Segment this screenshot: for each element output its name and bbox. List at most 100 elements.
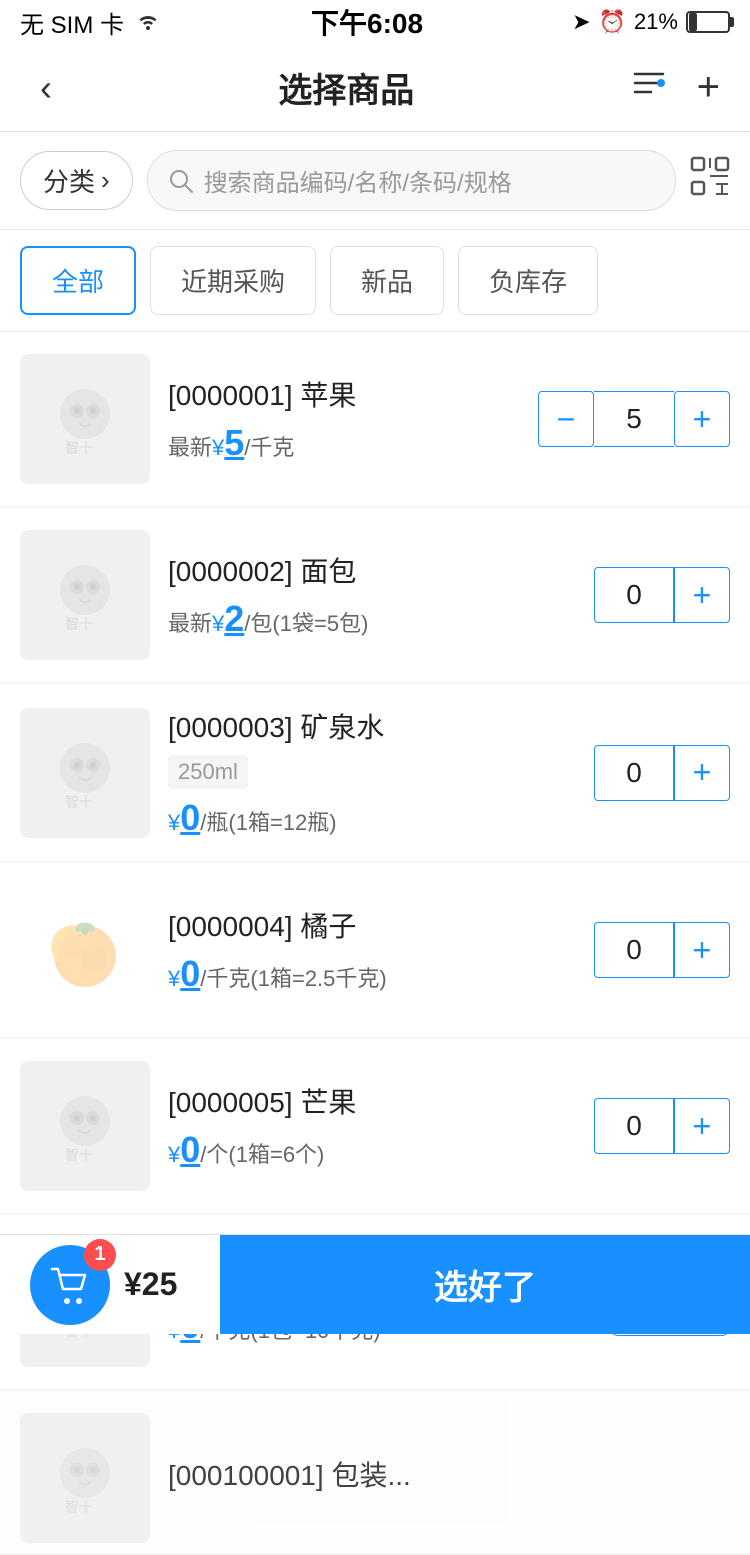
status-time: 下午6:08 (311, 2, 423, 42)
price-label: 最新 (168, 606, 212, 638)
qty-plus-button[interactable]: + (674, 745, 730, 801)
tabs: 全部 近期采购 新品 负库存 (0, 230, 750, 332)
svg-text:智十: 智十 (65, 794, 93, 810)
product-name: [000100001] 包装... (168, 1454, 730, 1494)
status-left: 无 SIM 卡 (20, 5, 162, 40)
filter-bar: 分类 › 搜索商品编码/名称/条码/规格 (0, 132, 750, 230)
status-bar: 无 SIM 卡 下午6:08 ➤ ⏰ 21% (0, 0, 750, 44)
location-icon: ➤ (572, 9, 590, 35)
product-image-6: 智十 (20, 1413, 150, 1543)
product-info: [0000002] 面包 最新 ¥ 2 /包 (1袋=5包) (168, 550, 576, 640)
price-value: 2 (224, 598, 244, 640)
qty-control: 0 + (594, 1098, 730, 1154)
placeholder-owl-icon: 智十 (45, 1086, 125, 1166)
price-currency: ¥ (212, 611, 224, 637)
qty-plus-button[interactable]: + (674, 391, 730, 447)
product-list: 智十 [0000001] 苹果 最新 ¥ 5 /千克 − + (0, 332, 750, 1553)
category-label: 分类 (43, 162, 95, 199)
price-value: 5 (224, 422, 244, 464)
tab-all[interactable]: 全部 (20, 246, 136, 315)
confirm-button[interactable]: 选好了 (220, 1235, 750, 1334)
carrier-label: 无 SIM 卡 (20, 5, 124, 40)
qty-minus-button[interactable]: − (538, 391, 594, 447)
product-price: ¥ 0 /千克 (1箱=2.5千克) (168, 953, 576, 995)
cart-button[interactable]: 1 (30, 1245, 110, 1325)
table-row: [0000004] 橘子 ¥ 0 /千克 (1箱=2.5千克) 0 + (0, 863, 750, 1037)
price-currency: ¥ (168, 1142, 180, 1168)
qty-control: 0 + (594, 567, 730, 623)
cart-icon (48, 1265, 92, 1305)
qty-control: − + (538, 391, 730, 447)
product-name: [0000002] 面包 (168, 550, 576, 590)
search-icon (168, 168, 194, 194)
product-info: [0000004] 橘子 ¥ 0 /千克 (1箱=2.5千克) (168, 905, 576, 995)
svg-text:智十: 智十 (65, 1147, 93, 1163)
search-placeholder: 搜索商品编码/名称/条码/规格 (204, 163, 512, 198)
price-unit: /瓶 (200, 805, 228, 837)
cart-section: 1 ¥25 (0, 1245, 220, 1325)
price-label: 最新 (168, 430, 212, 462)
orange-fruit-image (45, 910, 125, 990)
table-row: 智十 [000100001] 包装... (0, 1391, 750, 1553)
product-price: ¥ 0 /个 (1箱=6个) (168, 1129, 576, 1171)
tab-negative[interactable]: 负库存 (458, 246, 598, 315)
search-box[interactable]: 搜索商品编码/名称/条码/规格 (147, 150, 676, 211)
price-note: (1箱=6个) (228, 1137, 324, 1169)
product-image-2: 智十 (20, 708, 150, 838)
add-button[interactable]: + (697, 65, 720, 110)
qty-input[interactable] (594, 391, 674, 447)
placeholder-owl-icon: 智十 (45, 379, 125, 459)
price-currency: ¥ (212, 435, 224, 461)
svg-text:智十: 智十 (65, 440, 93, 456)
placeholder-owl-icon: 智十 (45, 555, 125, 635)
chevron-right-icon: › (101, 165, 110, 196)
category-button[interactable]: 分类 › (20, 151, 133, 210)
status-right: ➤ ⏰ 21% (572, 9, 730, 35)
wifi-icon (134, 8, 162, 37)
price-unit: /千克 (200, 961, 250, 993)
qty-display: 0 (594, 922, 674, 978)
back-button[interactable]: ‹ (30, 57, 62, 119)
table-row: 智十 [0000003] 矿泉水 250ml ¥ 0 /瓶 (1箱=12瓶) 0… (0, 684, 750, 861)
tab-recent[interactable]: 近期采购 (150, 246, 316, 315)
battery-percent: 21% (634, 9, 678, 35)
bottom-bar: 1 ¥25 选好了 (0, 1234, 750, 1334)
qty-plus-button[interactable]: + (674, 567, 730, 623)
product-image-0: 智十 (20, 354, 150, 484)
product-name: [0000003] 矿泉水 (168, 706, 576, 746)
table-row: 智十 [0000005] 芒果 ¥ 0 /个 (1箱=6个) 0 + (0, 1039, 750, 1213)
qty-control: 0 + (594, 922, 730, 978)
price-note: (1箱=12瓶) (228, 805, 336, 837)
qty-display: 0 (594, 567, 674, 623)
product-price: 最新 ¥ 2 /包 (1袋=5包) (168, 598, 576, 640)
qty-display: 0 (594, 1098, 674, 1154)
product-info: [0000001] 苹果 最新 ¥ 5 /千克 (168, 374, 520, 464)
table-row: 智十 [0000001] 苹果 最新 ¥ 5 /千克 − + (0, 332, 750, 506)
product-info: [000100001] 包装... (168, 1454, 730, 1502)
qty-plus-button[interactable]: + (674, 922, 730, 978)
product-info: [0000005] 芒果 ¥ 0 /个 (1箱=6个) (168, 1081, 576, 1171)
filter-icon[interactable] (631, 66, 667, 109)
qty-plus-button[interactable]: + (674, 1098, 730, 1154)
price-currency: ¥ (168, 966, 180, 992)
cart-badge: 1 (84, 1239, 116, 1271)
svg-text:智十: 智十 (65, 1499, 93, 1515)
product-name: [0000001] 苹果 (168, 374, 520, 414)
price-note: (1箱=2.5千克) (250, 961, 386, 993)
scan-button[interactable] (690, 156, 730, 205)
price-value: 0 (180, 1129, 200, 1171)
price-currency: ¥ (168, 810, 180, 836)
alarm-icon: ⏰ (599, 9, 626, 35)
battery-icon (686, 11, 730, 33)
price-unit: /个 (200, 1137, 228, 1169)
nav-bar: ‹ 选择商品 + (0, 44, 750, 132)
svg-text:智十: 智十 (65, 616, 93, 632)
product-spec: 250ml (168, 755, 248, 789)
price-value: 0 (180, 953, 200, 995)
cart-total: ¥25 (124, 1266, 177, 1303)
tab-new[interactable]: 新品 (330, 246, 444, 315)
product-image-1: 智十 (20, 530, 150, 660)
price-value: 0 (180, 797, 200, 839)
page-title: 选择商品 (278, 63, 414, 112)
product-image-3 (20, 885, 150, 1015)
